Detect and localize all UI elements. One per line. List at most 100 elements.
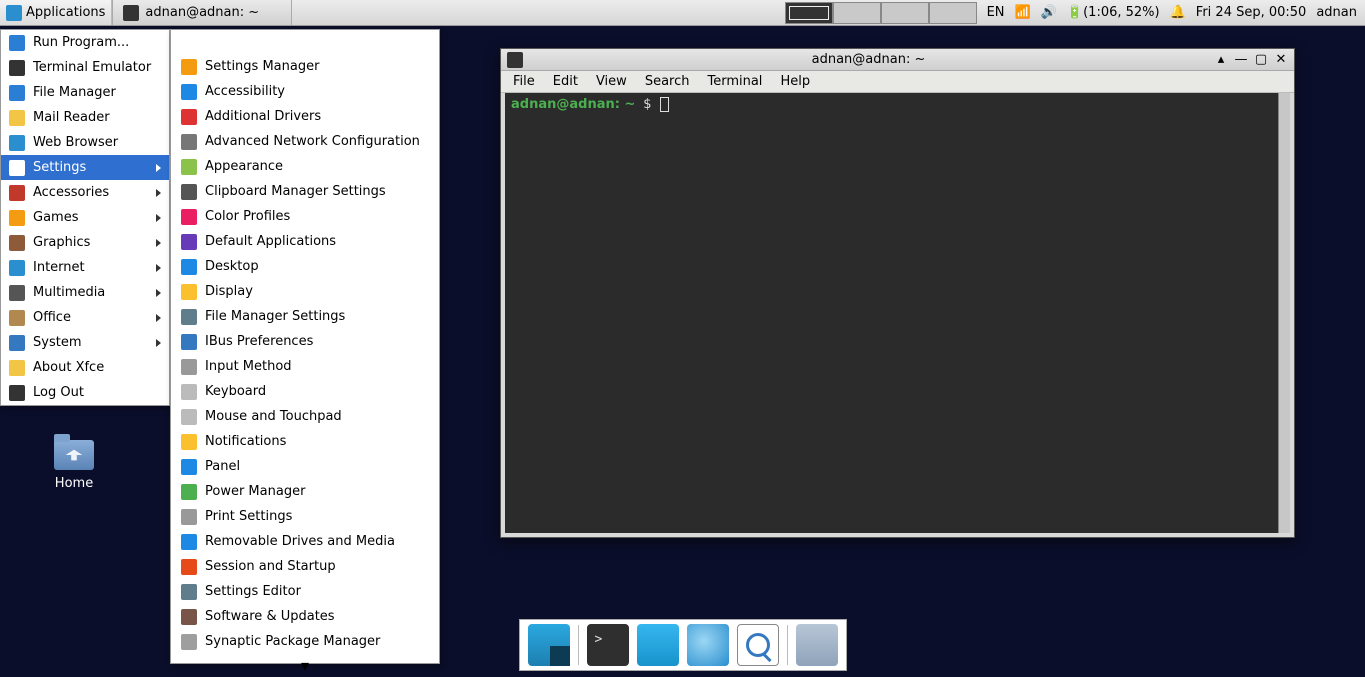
submenu-item-icon	[181, 259, 197, 275]
terminal-menu-view[interactable]: View	[596, 74, 627, 89]
applications-menu-button[interactable]: Applications	[0, 0, 112, 25]
menu-item-label: Run Program...	[33, 35, 129, 50]
menu-item-settings[interactable]: Settings	[1, 155, 169, 180]
dock-show-desktop[interactable]	[528, 624, 570, 666]
dock-app-finder[interactable]	[737, 624, 779, 666]
submenu-item-keyboard[interactable]: Keyboard	[171, 379, 439, 404]
workspace-2[interactable]	[833, 2, 881, 24]
submenu-item-notifications[interactable]: Notifications	[171, 429, 439, 454]
submenu-item-color-profiles[interactable]: Color Profiles	[171, 204, 439, 229]
terminal-menu-file[interactable]: File	[513, 74, 535, 89]
submenu-item-accessibility[interactable]: Accessibility	[171, 79, 439, 104]
menu-item-icon	[9, 35, 25, 51]
submenu-item-clipboard-manager-settings[interactable]: Clipboard Manager Settings	[171, 179, 439, 204]
dock-terminal[interactable]	[587, 624, 629, 666]
terminal-title: adnan@adnan: ~	[529, 52, 1208, 67]
menu-item-multimedia[interactable]: Multimedia	[1, 280, 169, 305]
submenu-item-icon	[181, 234, 197, 250]
submenu-item-additional-drivers[interactable]: Additional Drivers	[171, 104, 439, 129]
minimize-button[interactable]: —	[1234, 53, 1248, 67]
workspace-switcher[interactable]	[785, 2, 977, 24]
user-menu[interactable]: adnan	[1316, 5, 1357, 20]
submenu-item-file-manager-settings[interactable]: File Manager Settings	[171, 304, 439, 329]
close-button[interactable]: ✕	[1274, 53, 1288, 67]
menu-item-accessories[interactable]: Accessories	[1, 180, 169, 205]
workspace-1[interactable]	[785, 2, 833, 24]
submenu-item-icon	[181, 84, 197, 100]
dock-home-folder[interactable]	[796, 624, 838, 666]
rollup-button[interactable]: ▴	[1214, 53, 1228, 67]
submenu-item-icon	[181, 309, 197, 325]
terminal-titlebar[interactable]: adnan@adnan: ~ ▴ — ▢ ✕	[501, 49, 1294, 71]
volume-icon[interactable]: 🔊	[1041, 5, 1057, 20]
menu-item-file-manager[interactable]: File Manager	[1, 80, 169, 105]
submenu-item-icon	[181, 484, 197, 500]
desktop-home-icon[interactable]: Home	[44, 440, 104, 491]
menu-item-label: Terminal Emulator	[33, 60, 151, 75]
applications-menu: Run Program... Terminal Emulator File Mana…	[0, 29, 170, 406]
submenu-scroll-down[interactable]: ▾	[171, 654, 439, 677]
keyboard-layout-indicator[interactable]: EN	[987, 5, 1005, 20]
menu-item-mail-reader[interactable]: Mail Reader	[1, 105, 169, 130]
workspace-3[interactable]	[881, 2, 929, 24]
terminal-cursor	[660, 97, 669, 112]
menu-item-terminal-emulator[interactable]: Terminal Emulator	[1, 55, 169, 80]
submenu-item-software-updates[interactable]: Software & Updates	[171, 604, 439, 629]
maximize-button[interactable]: ▢	[1254, 53, 1268, 67]
menu-item-graphics[interactable]: Graphics	[1, 230, 169, 255]
notifications-icon[interactable]: 🔔	[1170, 5, 1186, 20]
submenu-item-panel[interactable]: Panel	[171, 454, 439, 479]
submenu-item-icon	[181, 134, 197, 150]
taskbar-window-button[interactable]: adnan@adnan: ~	[112, 0, 292, 25]
terminal-icon	[123, 5, 139, 21]
submenu-item-appearance[interactable]: Appearance	[171, 154, 439, 179]
submenu-item-display[interactable]: Display	[171, 279, 439, 304]
submenu-item-input-method[interactable]: Input Method	[171, 354, 439, 379]
menu-item-games[interactable]: Games	[1, 205, 169, 230]
submenu-item-label: Appearance	[205, 159, 283, 174]
submenu-item-power-manager[interactable]: Power Manager	[171, 479, 439, 504]
dock-separator	[787, 625, 788, 665]
submenu-item-icon	[181, 534, 197, 550]
submenu-item-session-and-startup[interactable]: Session and Startup	[171, 554, 439, 579]
menu-item-web-browser[interactable]: Web Browser	[1, 130, 169, 155]
submenu-item-settings-editor[interactable]: Settings Editor	[171, 579, 439, 604]
submenu-arrow-icon	[156, 189, 161, 197]
home-folder-icon	[54, 440, 94, 470]
submenu-item-settings-manager[interactable]: Settings Manager	[171, 54, 439, 79]
terminal-body[interactable]: adnan@adnan: ~ $	[505, 93, 1290, 533]
network-icon[interactable]: 📶	[1015, 5, 1031, 20]
clock[interactable]: Fri 24 Sep, 00:50	[1196, 5, 1307, 20]
terminal-menu-edit[interactable]: Edit	[553, 74, 578, 89]
submenu-item-synaptic-package-manager[interactable]: Synaptic Package Manager	[171, 629, 439, 654]
submenu-item-mouse-and-touchpad[interactable]: Mouse and Touchpad	[171, 404, 439, 429]
submenu-item-default-applications[interactable]: Default Applications	[171, 229, 439, 254]
menu-item-icon	[9, 85, 25, 101]
submenu-item-label: File Manager Settings	[205, 309, 345, 324]
menu-item-label: Accessories	[33, 185, 109, 200]
terminal-menu-search[interactable]: Search	[645, 74, 690, 89]
menu-item-system[interactable]: System	[1, 330, 169, 355]
dock	[519, 619, 847, 671]
submenu-item-icon	[181, 634, 197, 650]
terminal-menu-help[interactable]: Help	[780, 74, 810, 89]
dock-web-browser[interactable]	[687, 624, 729, 666]
menu-item-log-out[interactable]: Log Out	[1, 380, 169, 405]
submenu-item-advanced-network-configuration[interactable]: Advanced Network Configuration	[171, 129, 439, 154]
menu-item-about-xfce[interactable]: About Xfce	[1, 355, 169, 380]
menu-item-run-program[interactable]: Run Program...	[1, 30, 169, 55]
menu-item-icon	[9, 360, 25, 376]
submenu-item-print-settings[interactable]: Print Settings	[171, 504, 439, 529]
submenu-item-ibus-preferences[interactable]: IBus Preferences	[171, 329, 439, 354]
terminal-menu-terminal[interactable]: Terminal	[707, 74, 762, 89]
battery-indicator[interactable]: 🔋(1:06, 52%)	[1067, 5, 1160, 20]
dock-file-manager[interactable]	[637, 624, 679, 666]
submenu-item-icon	[181, 584, 197, 600]
terminal-scrollbar[interactable]	[1278, 93, 1290, 533]
menu-item-internet[interactable]: Internet	[1, 255, 169, 280]
submenu-item-removable-drives-and-media[interactable]: Removable Drives and Media	[171, 529, 439, 554]
submenu-item-desktop[interactable]: Desktop	[171, 254, 439, 279]
workspace-4[interactable]	[929, 2, 977, 24]
terminal-menubar: File Edit View Search Terminal Help	[501, 71, 1294, 93]
menu-item-office[interactable]: Office	[1, 305, 169, 330]
